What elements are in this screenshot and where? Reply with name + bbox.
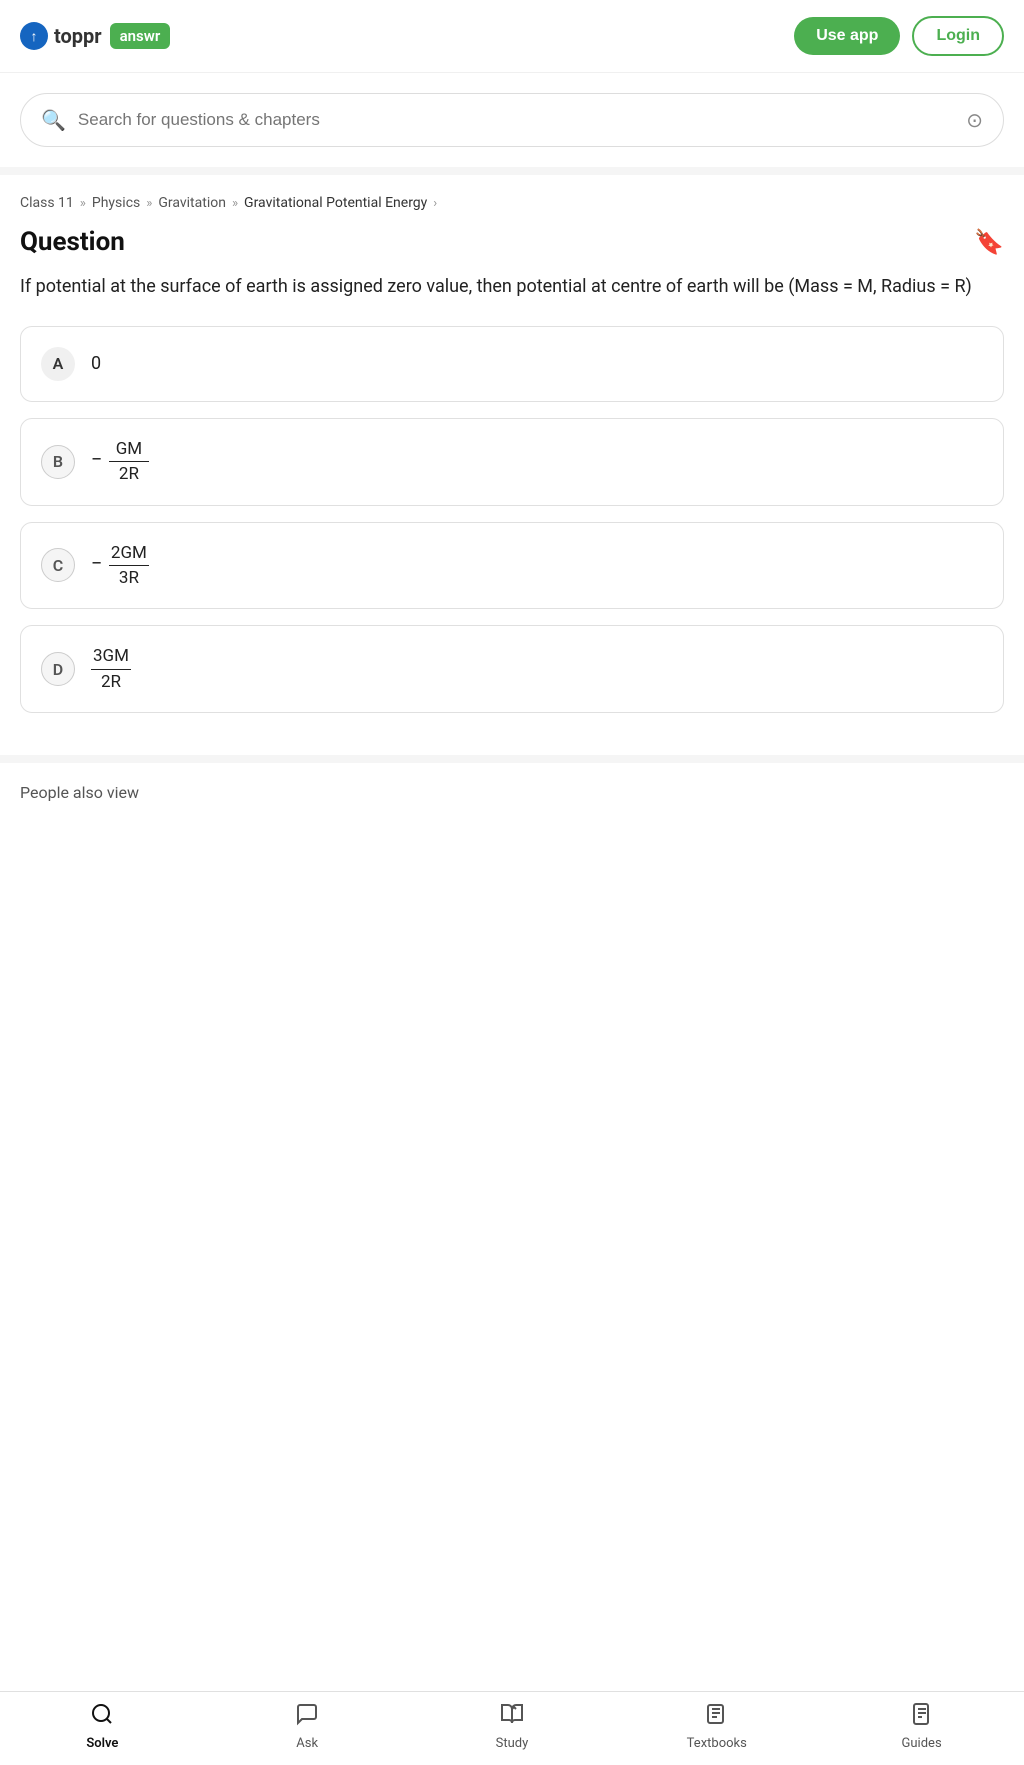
header: ↑ toppr answr Use app Login [0, 0, 1024, 73]
option-c-value: − 2GM 3R [91, 543, 149, 589]
nav-study[interactable]: Study [482, 1702, 542, 1751]
nav-guides-label: Guides [902, 1736, 942, 1751]
section-divider [0, 167, 1024, 175]
nav-ask[interactable]: Ask [277, 1702, 337, 1751]
also-view-title: People also view [20, 783, 139, 802]
search-section: 🔍 ⊙ [0, 73, 1024, 167]
breadcrumb-class11[interactable]: Class 11 [20, 195, 74, 211]
textbooks-icon [705, 1702, 729, 1732]
nav-study-label: Study [496, 1736, 529, 1751]
camera-icon[interactable]: ⊙ [966, 108, 983, 132]
option-c-fraction: 2GM 3R [109, 543, 149, 589]
option-c-negative: − [91, 551, 102, 575]
also-view-section: People also view [0, 755, 1024, 902]
bookmark-icon[interactable]: 🔖 [974, 228, 1004, 256]
nav-textbooks[interactable]: Textbooks [687, 1702, 747, 1751]
solve-icon [90, 1702, 114, 1732]
nav-guides[interactable]: Guides [892, 1702, 952, 1751]
option-d-label: D [41, 652, 75, 686]
toppr-logo: ↑ toppr [20, 22, 102, 50]
nav-solve-label: Solve [86, 1736, 118, 1751]
nav-ask-label: Ask [296, 1736, 318, 1751]
use-app-button[interactable]: Use app [794, 17, 900, 55]
option-a[interactable]: A 0 [20, 326, 1004, 402]
breadcrumb: Class 11 » Physics » Gravitation » Gravi… [0, 175, 1024, 219]
option-a-label: A [41, 347, 75, 381]
option-b-negative: − [91, 447, 102, 471]
option-d[interactable]: D 3GM 2R [20, 625, 1004, 713]
question-title: Question [20, 227, 125, 257]
breadcrumb-physics[interactable]: Physics [92, 195, 140, 211]
question-section: Question 🔖 If potential at the surface o… [0, 219, 1024, 745]
option-b-label: B [41, 445, 75, 479]
option-b-value: − GM 2R [91, 439, 149, 485]
ask-icon [295, 1702, 319, 1732]
option-c[interactable]: C − 2GM 3R [20, 522, 1004, 610]
toppr-text: toppr [54, 24, 102, 48]
search-input[interactable] [78, 110, 954, 130]
breadcrumb-gravitation[interactable]: Gravitation [158, 195, 226, 211]
study-icon [500, 1702, 524, 1732]
option-d-fraction: 3GM 2R [91, 646, 131, 692]
nav-textbooks-label: Textbooks [687, 1736, 747, 1751]
option-d-value: 3GM 2R [91, 646, 131, 692]
option-b[interactable]: B − GM 2R [20, 418, 1004, 506]
toppr-arrow-icon: ↑ [20, 22, 48, 50]
option-a-value: 0 [91, 353, 101, 374]
breadcrumb-gpe[interactable]: Gravitational Potential Energy [244, 195, 427, 211]
search-bar[interactable]: 🔍 ⊙ [20, 93, 1004, 147]
nav-solve[interactable]: Solve [72, 1702, 132, 1751]
login-button[interactable]: Login [912, 16, 1004, 56]
header-left: ↑ toppr answr [20, 22, 170, 50]
bottom-nav: Solve Ask Study Textbooks [0, 1691, 1024, 1765]
search-icon: 🔍 [41, 108, 66, 132]
option-b-fraction: GM 2R [109, 439, 149, 485]
question-header: Question 🔖 [20, 227, 1004, 257]
header-right: Use app Login [794, 16, 1004, 56]
option-c-label: C [41, 548, 75, 582]
answr-badge: answr [110, 23, 171, 49]
guides-icon [910, 1702, 934, 1732]
question-text: If potential at the surface of earth is … [20, 273, 1004, 302]
